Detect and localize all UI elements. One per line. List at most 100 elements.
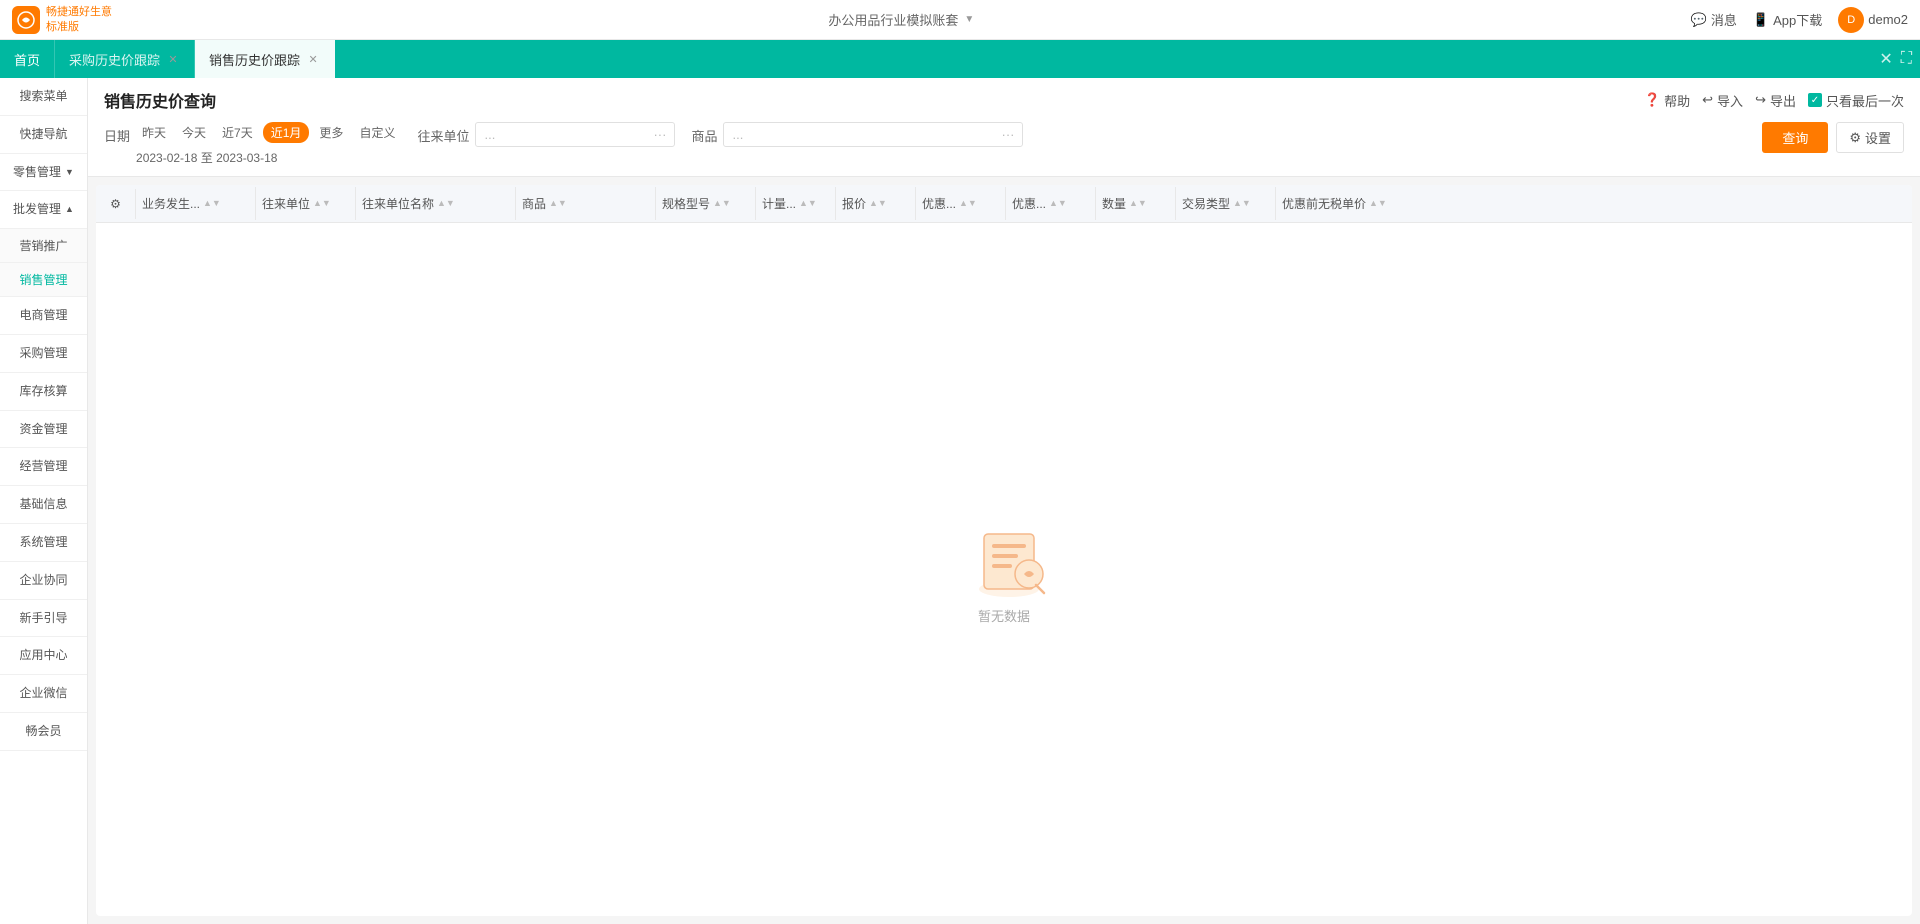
sidebar-item-purchase[interactable]: 采购管理	[0, 335, 87, 373]
sidebar-item-system[interactable]: 系统管理	[0, 524, 87, 562]
import-button[interactable]: ↩ 导入	[1702, 91, 1743, 110]
product-filter-group: 商品 ... ···	[691, 122, 1023, 147]
help-icon: ❓	[1644, 92, 1660, 108]
sidebar: 搜索菜单 快捷导航 零售管理 ▼ 批发管理 ▲ 营销推广 销售管理 电商管理 采…	[0, 78, 88, 924]
tab-purchase-close[interactable]: ✕	[166, 52, 180, 66]
th-spec[interactable]: 规格型号 ▲▼	[656, 187, 756, 220]
date-tab-7days[interactable]: 近7天	[216, 122, 259, 143]
logo-text: 畅捷通好生意 标准版	[46, 5, 112, 34]
sidebar-item-inventory[interactable]: 库存核算	[0, 373, 87, 411]
product-input[interactable]: ... ···	[723, 122, 1023, 147]
top-bar-center[interactable]: 办公用品行业模拟账套 ▼	[828, 10, 974, 29]
date-filter-group: 日期 昨天 今天 近7天 近1月 更多 自定义 2023-02-18 至 202…	[104, 122, 401, 166]
top-bar: 畅捷通好生意 标准版 办公用品行业模拟账套 ▼ 💬 消息 📱 App下载 D d…	[0, 0, 1920, 40]
sidebar-item-enterprise[interactable]: 企业协同	[0, 562, 87, 600]
sidebar-item-wholesale[interactable]: 批发管理 ▲	[0, 191, 87, 229]
sidebar-item-shortcut[interactable]: 快捷导航	[0, 116, 87, 154]
tab-sales-close[interactable]: ✕	[306, 52, 320, 66]
partner-filter-group: 往来单位 ... ···	[417, 122, 675, 147]
retail-arrow-icon: ▼	[65, 166, 74, 179]
sort-pretax-icon: ▲▼	[1369, 200, 1387, 207]
sidebar-item-marketing[interactable]: 营销推广	[0, 229, 87, 263]
logo-area: 畅捷通好生意 标准版	[12, 5, 112, 34]
sidebar-item-search[interactable]: 搜索菜单	[0, 78, 87, 116]
message-icon: 💬	[1691, 12, 1707, 28]
export-button[interactable]: ↪ 导出	[1755, 91, 1796, 110]
sort-disc1-icon: ▲▼	[959, 200, 977, 207]
sidebar-item-basic[interactable]: 基础信息	[0, 486, 87, 524]
top-bar-left: 畅捷通好生意 标准版	[12, 5, 112, 34]
th-settings[interactable]: ⚙	[96, 189, 136, 219]
sidebar-item-newbie[interactable]: 新手引导	[0, 600, 87, 638]
checkbox-icon: ✓	[1808, 93, 1822, 107]
sort-price-icon: ▲▼	[869, 200, 887, 207]
table-settings-icon[interactable]: ⚙	[110, 197, 121, 211]
product-placeholder: ...	[732, 127, 743, 142]
th-price[interactable]: 报价 ▲▼	[836, 187, 916, 220]
tab-purchase[interactable]: 采购历史价跟踪 ✕	[55, 40, 195, 78]
tab-bar-actions: ✕ ⛶	[1879, 49, 1920, 69]
date-tab-more[interactable]: 更多	[313, 122, 349, 143]
th-qty[interactable]: 数量 ▲▼	[1096, 187, 1176, 220]
sidebar-item-ecommerce[interactable]: 电商管理	[0, 297, 87, 335]
help-button[interactable]: ❓ 帮助	[1644, 91, 1690, 110]
settings-button[interactable]: ⚙ 设置	[1836, 122, 1904, 153]
logo-icon	[12, 6, 40, 34]
product-label: 商品	[691, 122, 717, 145]
partner-input[interactable]: ... ···	[475, 122, 675, 147]
partner-label: 往来单位	[417, 122, 469, 145]
th-trade[interactable]: 交易类型 ▲▼	[1176, 187, 1276, 220]
action-buttons: 查询 ⚙ 设置	[1762, 122, 1904, 153]
page-title-row: 销售历史价查询 ❓ 帮助 ↩ 导入 ↪ 导出 ✓	[104, 88, 1904, 112]
message-button[interactable]: 💬 消息	[1691, 10, 1737, 29]
date-tab-yesterday[interactable]: 昨天	[136, 122, 172, 143]
sort-date-icon: ▲▼	[203, 200, 221, 207]
sidebar-item-operations[interactable]: 经营管理	[0, 448, 87, 486]
wholesale-arrow-icon: ▲	[65, 203, 74, 216]
sidebar-item-sales-mgmt[interactable]: 销售管理	[0, 263, 87, 297]
sidebar-item-retail[interactable]: 零售管理 ▼	[0, 154, 87, 192]
sidebar-item-app-center[interactable]: 应用中心	[0, 637, 87, 675]
company-name: 办公用品行业模拟账套	[828, 10, 958, 29]
empty-icon	[964, 514, 1044, 594]
empty-text: 暂无数据	[978, 606, 1030, 625]
tab-home[interactable]: 首页	[0, 40, 55, 78]
app-download-button[interactable]: 📱 App下载	[1753, 10, 1822, 29]
date-tab-1month[interactable]: 近1月	[263, 122, 310, 143]
only-last-checkbox[interactable]: ✓ 只看最后一次	[1808, 91, 1904, 110]
partner-placeholder: ...	[484, 127, 495, 142]
date-label: 日期	[104, 122, 130, 145]
phone-icon: 📱	[1753, 12, 1769, 28]
table-container: ⚙ 业务发生... ▲▼ 往来单位 ▲▼ 往来单位名称 ▲▼ 商品 ▲▼	[96, 185, 1912, 916]
date-filter: 昨天 今天 近7天 近1月 更多 自定义 2023-02-18 至 2023-0…	[136, 122, 401, 166]
partner-dropdown-icon: ···	[653, 127, 666, 142]
th-disc1[interactable]: 优惠... ▲▼	[916, 187, 1006, 220]
sidebar-item-wechat[interactable]: 企业微信	[0, 675, 87, 713]
user-menu[interactable]: D demo2	[1838, 7, 1908, 33]
sidebar-item-finance[interactable]: 资金管理	[0, 411, 87, 449]
import-icon: ↩	[1702, 92, 1713, 108]
tab-sales[interactable]: 销售历史价跟踪 ✕	[195, 40, 335, 78]
date-tabs: 昨天 今天 近7天 近1月 更多 自定义	[136, 122, 401, 143]
date-tab-today[interactable]: 今天	[176, 122, 212, 143]
table-header: ⚙ 业务发生... ▲▼ 往来单位 ▲▼ 往来单位名称 ▲▼ 商品 ▲▼	[96, 185, 1912, 223]
th-partner-name[interactable]: 往来单位名称 ▲▼	[356, 187, 516, 220]
th-partner[interactable]: 往来单位 ▲▼	[256, 187, 356, 220]
company-dropdown-icon[interactable]: ▼	[964, 14, 974, 25]
th-product[interactable]: 商品 ▲▼	[516, 187, 656, 220]
date-tab-custom[interactable]: 自定义	[353, 122, 401, 143]
th-pretax[interactable]: 优惠前无税单价 ▲▼	[1276, 187, 1912, 220]
th-unit[interactable]: 计量... ▲▼	[756, 187, 836, 220]
avatar: D	[1838, 7, 1864, 33]
query-button[interactable]: 查询	[1762, 122, 1828, 153]
th-disc2[interactable]: 优惠... ▲▼	[1006, 187, 1096, 220]
th-date[interactable]: 业务发生... ▲▼	[136, 187, 256, 220]
page-header: 销售历史价查询 ❓ 帮助 ↩ 导入 ↪ 导出 ✓	[88, 78, 1920, 177]
empty-state: 暂无数据	[96, 223, 1912, 916]
export-icon: ↪	[1755, 92, 1766, 108]
tab-maximize-button[interactable]: ⛶	[1901, 50, 1912, 68]
main-layout: 搜索菜单 快捷导航 零售管理 ▼ 批发管理 ▲ 营销推广 销售管理 电商管理 采…	[0, 78, 1920, 924]
sidebar-item-member[interactable]: 畅会员	[0, 713, 87, 751]
tab-close-all-button[interactable]: ✕	[1879, 49, 1892, 69]
sort-spec-icon: ▲▼	[713, 200, 731, 207]
